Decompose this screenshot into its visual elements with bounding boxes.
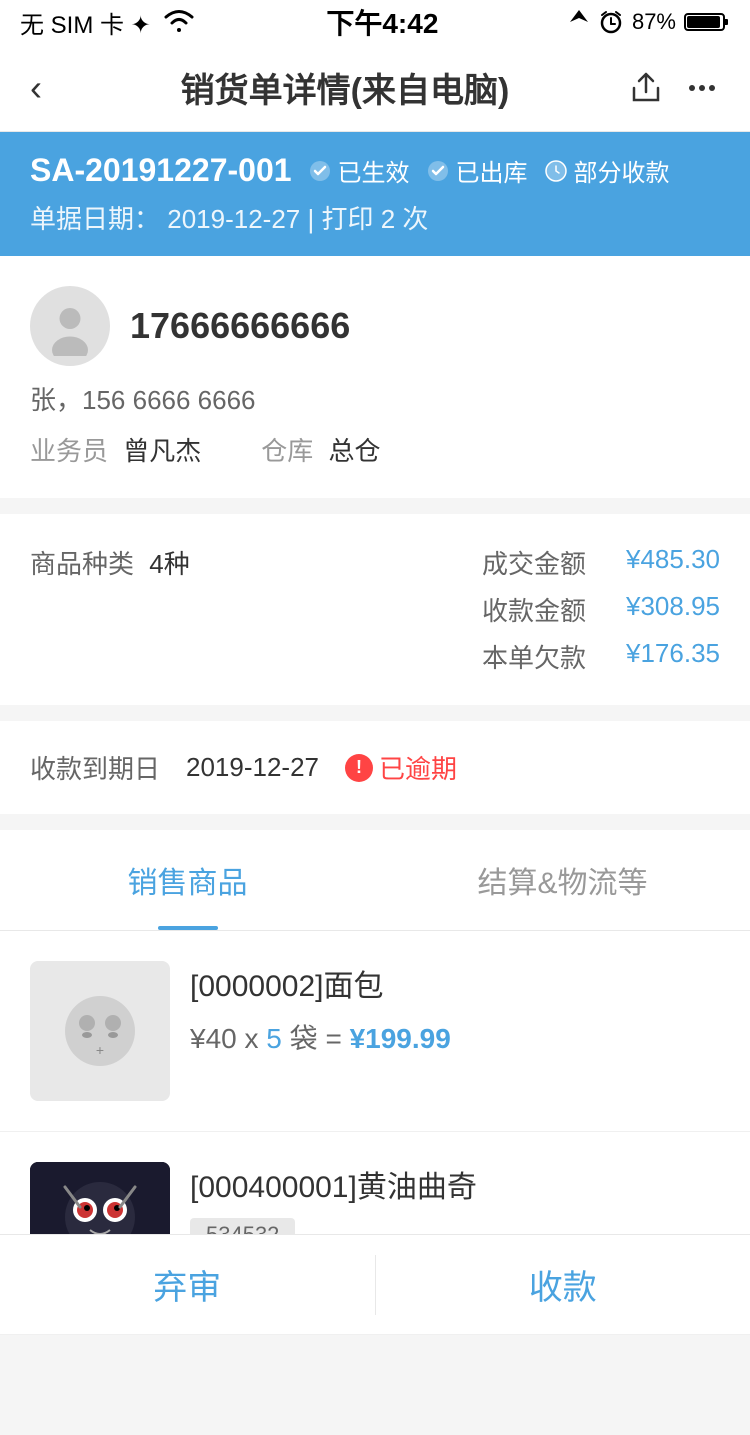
status-activated: 已生效: [308, 153, 410, 188]
status-right: 87%: [568, 8, 730, 36]
received-amount-row: 收款金额 ¥308.95: [482, 591, 720, 628]
status-shipped: 已出库: [426, 153, 528, 188]
owed-amount-row: 本单欠款 ¥176.35: [482, 638, 720, 675]
tabs-section: 销售商品 结算&物流等: [0, 830, 750, 931]
bottom-bar: 弃审 收款: [0, 1234, 750, 1334]
salesperson-info: 业务员 曾凡杰: [30, 431, 201, 468]
check-icon-2: [426, 159, 450, 183]
customer-meta: 业务员 曾凡杰 仓库 总仓: [30, 431, 720, 468]
wifi-icon: [161, 8, 197, 36]
tab-products[interactable]: 销售商品: [0, 830, 375, 930]
tab-settlement[interactable]: 结算&物流等: [375, 830, 750, 930]
status-partial-payment: 部分收款: [544, 153, 670, 188]
order-banner: SA-20191227-001 已生效 已出库 部分收款 单据日期：: [0, 132, 750, 256]
product-item: + [0000002]面包 ¥40 x 5 袋 = ¥199.99: [0, 931, 750, 1132]
warehouse-info: 仓库 总仓: [261, 431, 380, 468]
order-id: SA-20191227-001: [30, 152, 292, 189]
nav-actions: [628, 70, 720, 106]
product-price-1: ¥40 x 5 袋 = ¥199.99: [190, 1017, 720, 1057]
due-date-section: 收款到期日 2019-12-27 ! 已逾期: [0, 721, 750, 814]
back-button[interactable]: ‹: [30, 67, 62, 109]
battery-icon: [684, 10, 730, 34]
product-name-2: [000400001]黄油曲奇: [190, 1162, 720, 1206]
customer-real-name: 张，156 6666 6666: [30, 380, 720, 417]
alarm-icon: [598, 9, 624, 35]
product-info-1: [0000002]面包 ¥40 x 5 袋 = ¥199.99: [190, 961, 720, 1057]
svg-text:+: +: [96, 1042, 104, 1058]
confirm-button[interactable]: 收款: [376, 1235, 750, 1334]
check-icon-1: [308, 159, 332, 183]
customer-avatar: [30, 286, 110, 366]
page-title: 销货单详情(来自电脑): [62, 63, 628, 112]
status-bar: 无 SIM 卡 ✦ 下午4:42 87%: [0, 0, 750, 44]
customer-phone: 17666666666: [130, 305, 350, 347]
tabs-row: 销售商品 结算&物流等: [0, 830, 750, 931]
product-name-1: [0000002]面包: [190, 961, 720, 1005]
nav-bar: ‹ 销货单详情(来自电脑): [0, 44, 750, 132]
status-left: 无 SIM 卡 ✦: [20, 5, 197, 40]
clock-icon: [544, 159, 568, 183]
sim-label: 无 SIM 卡 ✦: [20, 5, 151, 40]
deal-amount-row: 成交金额 ¥485.30: [482, 544, 720, 581]
customer-section: 17666666666 张，156 6666 6666 业务员 曾凡杰 仓库 总…: [0, 256, 750, 498]
placeholder-icon: +: [60, 991, 140, 1071]
status-time: 下午4:42: [326, 2, 438, 42]
battery-label: 87%: [632, 9, 676, 35]
amounts-section: 商品种类 4种 成交金额 ¥485.30 收款金额 ¥308.95 本单欠款 ¥…: [0, 514, 750, 705]
more-icon[interactable]: [684, 70, 720, 106]
share-icon[interactable]: [628, 70, 664, 106]
product-types: 商品种类 4种: [30, 544, 190, 581]
overdue-badge: ! 已逾期: [345, 749, 457, 786]
order-date-info: 单据日期： 2019-12-27 | 打印 2 次: [30, 199, 720, 236]
product-thumb-1: +: [30, 961, 170, 1101]
cancel-button[interactable]: 弃审: [0, 1235, 375, 1334]
overdue-icon: !: [345, 754, 373, 782]
location-icon: [568, 8, 590, 36]
